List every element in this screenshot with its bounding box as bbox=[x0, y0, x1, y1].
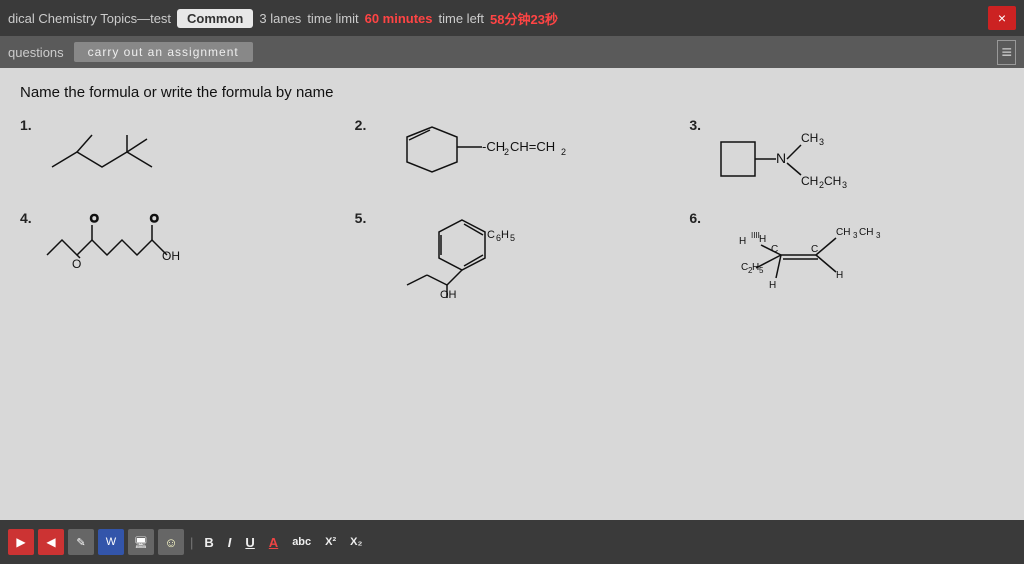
svg-text:CH: CH bbox=[824, 174, 841, 188]
superscript-button[interactable]: X² bbox=[320, 534, 341, 550]
svg-text:H: H bbox=[739, 236, 746, 247]
svg-text:CH: CH bbox=[859, 227, 873, 238]
svg-text:3: 3 bbox=[819, 137, 824, 147]
assignment-label: carry out an assignment bbox=[74, 42, 253, 62]
svg-text:-CH: -CH bbox=[482, 139, 505, 154]
formula-item-2: 2. -CH 2 CH=CH 2 bbox=[355, 117, 670, 200]
svg-text:N: N bbox=[776, 150, 786, 166]
toolbar-red-btn-2[interactable]: ◀ bbox=[38, 529, 64, 555]
formula-item-6: 6. bbox=[689, 210, 1004, 303]
subscript-button[interactable]: X₂ bbox=[345, 534, 367, 550]
toolbar-gray-btn-2[interactable]: 🖥 bbox=[128, 529, 154, 555]
formula-num-1: 1. bbox=[20, 117, 36, 133]
formulas-grid: 1. 2. bbox=[20, 117, 1004, 303]
formula-item-3: 3. N CH 3 CH bbox=[689, 117, 1004, 200]
formula-item-1: 1. bbox=[20, 117, 335, 200]
svg-text:C: C bbox=[771, 244, 778, 255]
svg-text:C: C bbox=[811, 244, 818, 255]
svg-text:H: H bbox=[501, 229, 509, 241]
common-badge: Common bbox=[177, 9, 253, 28]
svg-text:O: O bbox=[72, 257, 81, 271]
formula-drawing-4: O O O OH bbox=[42, 210, 335, 283]
formula-num-6: 6. bbox=[689, 210, 705, 226]
menu-icon[interactable]: ≡ bbox=[997, 40, 1016, 65]
page-title: dical Chemistry Topics—test bbox=[8, 11, 171, 26]
svg-text:3: 3 bbox=[853, 231, 858, 240]
formula-drawing-3: N CH 3 CH 2 CH 3 bbox=[711, 117, 1004, 200]
strikethrough-button[interactable]: abc bbox=[287, 534, 316, 550]
formula-drawing-6: H H IIII C 2 H 5 H CH 3 C C H CH bbox=[711, 210, 1004, 303]
svg-text:5: 5 bbox=[759, 266, 764, 275]
svg-text:OH: OH bbox=[440, 289, 457, 300]
toolbar-gray-btn-3[interactable]: ☺ bbox=[158, 529, 184, 555]
main-content: Name the formula or write the formula by… bbox=[0, 68, 1024, 520]
formula-num-3: 3. bbox=[689, 117, 705, 133]
svg-text:O: O bbox=[150, 213, 159, 225]
top-bar: dical Chemistry Topics—test Common 3 lan… bbox=[0, 0, 1024, 36]
svg-text:CH: CH bbox=[801, 131, 818, 145]
timer-value: 58分钟23秒 bbox=[490, 9, 558, 28]
formula-drawing-1 bbox=[42, 117, 335, 190]
bold-button[interactable]: B bbox=[199, 533, 218, 552]
svg-text:O: O bbox=[90, 213, 99, 225]
minutes-value: 60 minutes bbox=[365, 11, 433, 26]
lanes-label: 3 lanes bbox=[259, 11, 301, 26]
italic-button[interactable]: I bbox=[223, 533, 237, 552]
formula-item-4: 4. O O O OH bbox=[20, 210, 335, 303]
svg-text:2: 2 bbox=[504, 147, 509, 157]
svg-text:H: H bbox=[759, 234, 766, 245]
svg-text:5: 5 bbox=[510, 233, 515, 243]
svg-text:CH: CH bbox=[836, 227, 850, 238]
toolbar-gray-btn-1[interactable]: ✎ bbox=[68, 529, 94, 555]
formula-num-5: 5. bbox=[355, 210, 371, 226]
time-limit-label: time limit bbox=[307, 11, 358, 26]
formula-drawing-5: C 6 H 5 OH bbox=[377, 210, 670, 303]
svg-text:3: 3 bbox=[842, 180, 847, 190]
formula-num-2: 2. bbox=[355, 117, 371, 133]
svg-text:2: 2 bbox=[561, 147, 566, 157]
formula-num-4: 4. bbox=[20, 210, 36, 226]
svg-text:C: C bbox=[487, 229, 495, 241]
questions-label: questions bbox=[8, 45, 64, 60]
second-row: questions carry out an assignment ≡ bbox=[0, 36, 1024, 68]
font-color-button[interactable]: A bbox=[264, 533, 283, 552]
time-left-label: time left bbox=[439, 11, 485, 26]
close-button[interactable]: × bbox=[988, 6, 1016, 30]
formula-drawing-2: -CH 2 CH=CH 2 bbox=[377, 117, 670, 190]
bottom-toolbar: ▶ ◀ ✎ W 🖥 ☺ | B I U A abc X² X₂ bbox=[0, 520, 1024, 564]
svg-text:CH=CH: CH=CH bbox=[510, 139, 555, 154]
question-title: Name the formula or write the formula by… bbox=[20, 84, 1004, 101]
svg-text:3: 3 bbox=[876, 231, 881, 240]
svg-text:CH: CH bbox=[801, 174, 818, 188]
formula-item-5: 5. bbox=[355, 210, 670, 303]
underline-button[interactable]: U bbox=[240, 533, 259, 552]
svg-text:OH: OH bbox=[162, 249, 180, 263]
svg-text:H: H bbox=[769, 280, 776, 291]
svg-text:IIII: IIII bbox=[751, 231, 760, 240]
toolbar-blue-btn-1[interactable]: W bbox=[98, 529, 124, 555]
svg-text:H: H bbox=[836, 270, 843, 281]
toolbar-red-btn-1[interactable]: ▶ bbox=[8, 529, 34, 555]
